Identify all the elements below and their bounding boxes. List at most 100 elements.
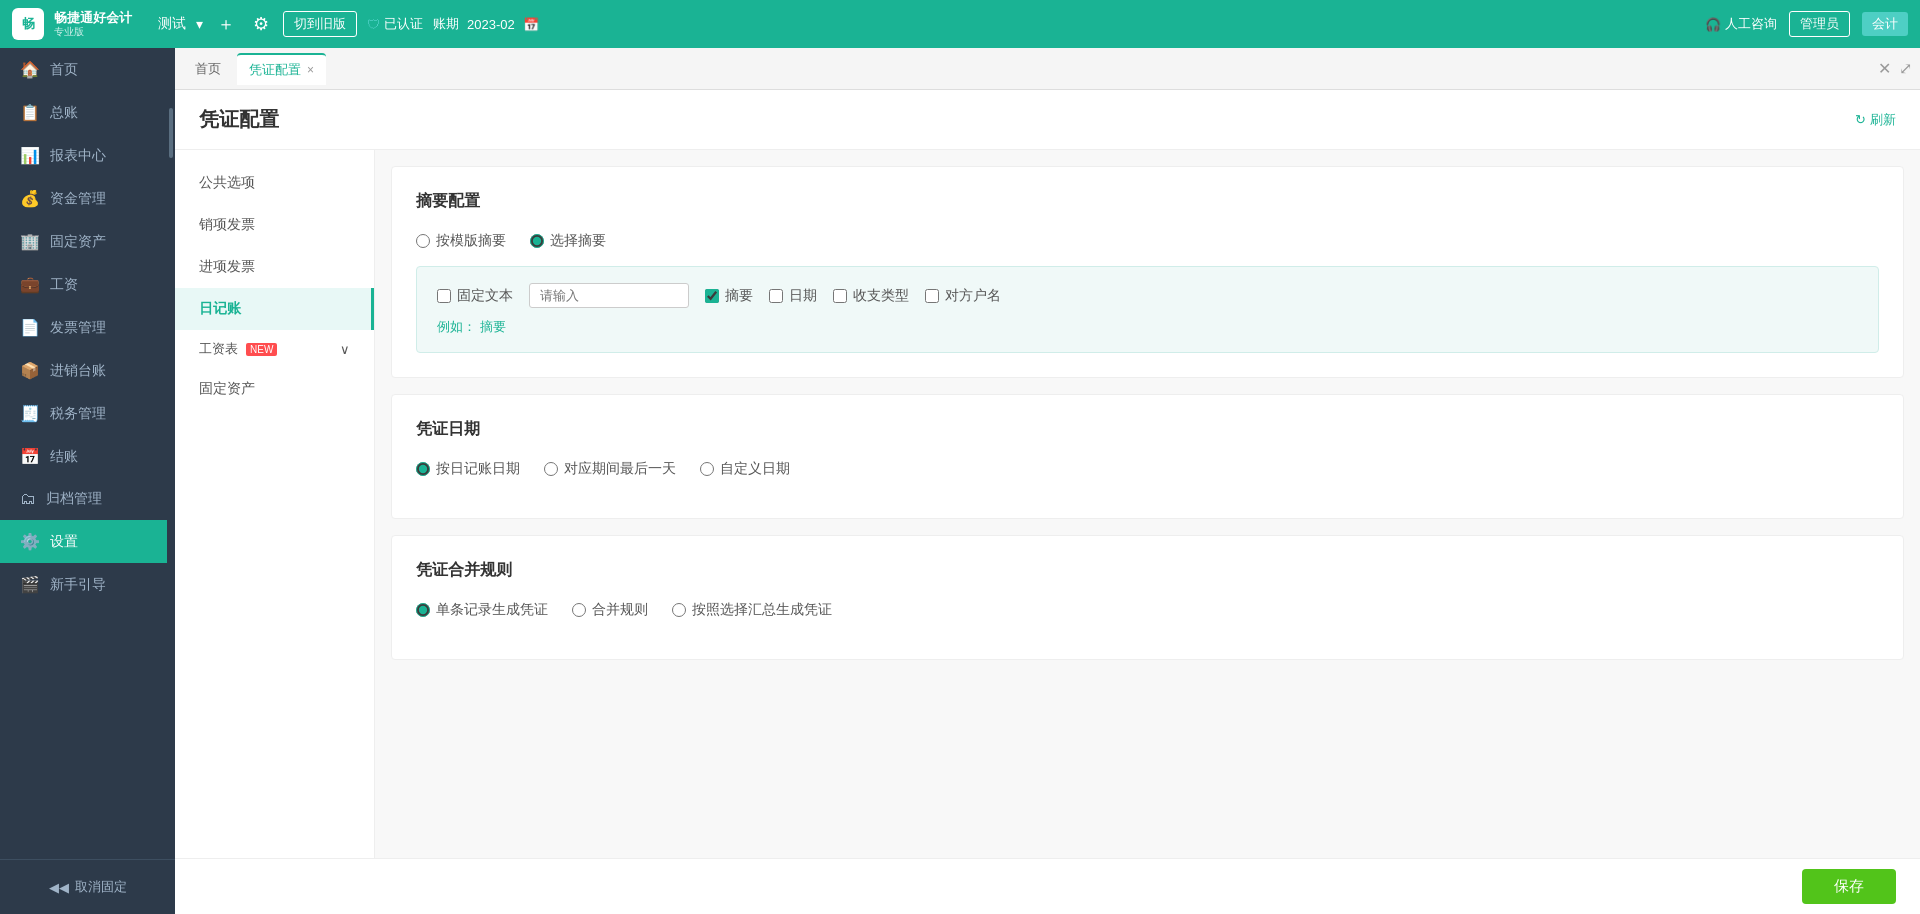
checkbox-counterpart[interactable]: 对方户名 bbox=[925, 287, 1001, 305]
switch-version-button[interactable]: 切到旧版 bbox=[283, 11, 357, 37]
invoice-icon: 📄 bbox=[20, 318, 40, 337]
tab-close-icon[interactable]: × bbox=[307, 63, 314, 77]
cancel-pin-button[interactable]: ◀◀ 取消固定 bbox=[0, 870, 175, 904]
checkbox-fixed-text[interactable]: 固定文本 bbox=[437, 287, 513, 305]
sidebar-item-salary[interactable]: 💼 工资 bbox=[0, 263, 167, 306]
panel-body: 公共选项 销项发票 进项发票 日记账 工资表 NEW ∨ 固定资产 bbox=[175, 150, 1920, 858]
left-nav-sales[interactable]: 销项发票 bbox=[175, 204, 374, 246]
settings-icon[interactable]: ⚙ bbox=[249, 9, 273, 39]
voucher-date-title: 凭证日期 bbox=[416, 419, 1879, 440]
fixed-text-checkbox[interactable] bbox=[437, 289, 451, 303]
left-nav-payroll[interactable]: 工资表 NEW ∨ bbox=[175, 330, 374, 368]
shield-icon: 🛡 bbox=[367, 17, 380, 32]
asset-icon: 🏢 bbox=[20, 232, 40, 251]
customer-service-button[interactable]: 🎧 人工咨询 bbox=[1705, 15, 1777, 33]
new-badge: NEW bbox=[246, 343, 277, 356]
headset-icon: 🎧 bbox=[1705, 17, 1721, 32]
checkbox-summary[interactable]: 摘要 bbox=[705, 287, 753, 305]
tab-close-button[interactable]: ✕ bbox=[1878, 59, 1891, 78]
merge-rule-title: 凭证合并规则 bbox=[416, 560, 1879, 581]
gear-icon: ⚙️ bbox=[20, 532, 40, 551]
radio-single-record-input[interactable] bbox=[416, 603, 430, 617]
radio-select-summary-input[interactable] bbox=[530, 234, 544, 248]
role-button[interactable]: 会计 bbox=[1862, 12, 1908, 36]
refresh-icon: ↻ bbox=[1855, 112, 1866, 127]
tab-actions: ✕ ⤢ bbox=[1878, 59, 1912, 78]
voucher-date-radio-group: 按日记账日期 对应期间最后一天 自定义日期 bbox=[416, 460, 1879, 478]
sidebar-item-fund[interactable]: 💰 资金管理 bbox=[0, 177, 167, 220]
merge-rule-section: 凭证合并规则 单条记录生成凭证 合并规则 bbox=[391, 535, 1904, 660]
add-icon[interactable]: ＋ bbox=[213, 8, 239, 40]
sidebar-item-settings[interactable]: ⚙️ 设置 bbox=[0, 520, 167, 563]
radio-merge-rule-input[interactable] bbox=[572, 603, 586, 617]
panel-header: 凭证配置 ↻ 刷新 bbox=[175, 90, 1920, 150]
app-logo: 畅 bbox=[12, 8, 44, 40]
guide-icon: 🎬 bbox=[20, 575, 40, 594]
radio-merge-rule[interactable]: 合并规则 bbox=[572, 601, 648, 619]
fund-icon: 💰 bbox=[20, 189, 40, 208]
sidebar-item-trade[interactable]: 📦 进销台账 bbox=[0, 349, 167, 392]
period-label: 账期 2023-02 📅 bbox=[433, 15, 539, 33]
radio-custom-date-input[interactable] bbox=[700, 462, 714, 476]
sidebar-bottom: ◀◀ 取消固定 bbox=[0, 859, 175, 914]
checkbox-payment-type[interactable]: 收支类型 bbox=[833, 287, 909, 305]
counterpart-checkbox[interactable] bbox=[925, 289, 939, 303]
tab-home[interactable]: 首页 bbox=[183, 54, 233, 84]
sidebar-item-close[interactable]: 📅 结账 bbox=[0, 435, 167, 478]
top-right-area: 🎧 人工咨询 管理员 会计 bbox=[1705, 11, 1908, 37]
app-name: 畅捷通好会计 bbox=[54, 10, 132, 26]
left-nav-fixed-asset[interactable]: 固定资产 bbox=[175, 368, 374, 410]
archive-icon: 🗂 bbox=[20, 490, 36, 508]
save-bar: 保存 bbox=[175, 858, 1920, 914]
sidebar-item-guide[interactable]: 🎬 新手引导 bbox=[0, 563, 167, 606]
left-nav-purchase[interactable]: 进项发票 bbox=[175, 246, 374, 288]
app-edition: 专业版 bbox=[54, 26, 132, 38]
user-button[interactable]: 管理员 bbox=[1789, 11, 1850, 37]
tab-expand-button[interactable]: ⤢ bbox=[1899, 59, 1912, 78]
left-nav-public[interactable]: 公共选项 bbox=[175, 162, 374, 204]
radio-summary-generate[interactable]: 按照选择汇总生成凭证 bbox=[672, 601, 832, 619]
trade-icon: 📦 bbox=[20, 361, 40, 380]
sidebar: 🏠 首页 📋 总账 📊 报表中心 💰 资金管理 bbox=[0, 48, 175, 914]
fixed-text-input[interactable] bbox=[529, 283, 689, 308]
payment-type-checkbox[interactable] bbox=[833, 289, 847, 303]
sidebar-item-archive[interactable]: 🗂 归档管理 bbox=[0, 478, 167, 520]
radio-single-record[interactable]: 单条记录生成凭证 bbox=[416, 601, 548, 619]
radio-summary-generate-input[interactable] bbox=[672, 603, 686, 617]
summary-checkbox[interactable] bbox=[705, 289, 719, 303]
project-dropdown[interactable]: ▾ bbox=[196, 16, 203, 32]
sidebar-item-home[interactable]: 🏠 首页 bbox=[0, 48, 167, 91]
close-period-icon: 📅 bbox=[20, 447, 40, 466]
top-bar: 畅 畅捷通好会计 专业版 测试 ▾ ＋ ⚙ 切到旧版 🛡 已认证 账期 2023… bbox=[0, 0, 1920, 48]
sidebar-item-ledger[interactable]: 📋 总账 bbox=[0, 91, 167, 134]
save-button[interactable]: 保存 bbox=[1802, 869, 1896, 904]
tax-icon: 🧾 bbox=[20, 404, 40, 423]
left-nav-journal[interactable]: 日记账 bbox=[175, 288, 374, 330]
radio-template-summary[interactable]: 按模版摘要 bbox=[416, 232, 506, 250]
sidebar-scrollbar[interactable] bbox=[167, 48, 175, 859]
report-icon: 📊 bbox=[20, 146, 40, 165]
sidebar-scrollbar-thumb bbox=[169, 108, 173, 158]
tab-voucher-config[interactable]: 凭证配置 × bbox=[237, 53, 326, 85]
radio-journal-date[interactable]: 按日记账日期 bbox=[416, 460, 520, 478]
radio-period-last-day[interactable]: 对应期间最后一天 bbox=[544, 460, 676, 478]
chevron-down-icon: ∨ bbox=[340, 342, 350, 357]
sidebar-item-report[interactable]: 📊 报表中心 bbox=[0, 134, 167, 177]
home-icon: 🏠 bbox=[20, 60, 40, 79]
radio-select-summary[interactable]: 选择摘要 bbox=[530, 232, 606, 250]
radio-period-last-day-input[interactable] bbox=[544, 462, 558, 476]
radio-journal-date-input[interactable] bbox=[416, 462, 430, 476]
date-checkbox[interactable] bbox=[769, 289, 783, 303]
checkbox-date[interactable]: 日期 bbox=[769, 287, 817, 305]
calendar-icon[interactable]: 📅 bbox=[523, 17, 539, 32]
refresh-button[interactable]: ↻ 刷新 bbox=[1855, 111, 1896, 129]
example-text: 例如： 摘要 bbox=[437, 318, 1858, 336]
sidebar-nav: 🏠 首页 📋 总账 📊 报表中心 💰 资金管理 bbox=[0, 48, 167, 859]
radio-custom-date[interactable]: 自定义日期 bbox=[700, 460, 790, 478]
right-content: 摘要配置 按模版摘要 选择摘要 bbox=[375, 150, 1920, 858]
radio-template-summary-input[interactable] bbox=[416, 234, 430, 248]
sidebar-item-invoice[interactable]: 📄 发票管理 bbox=[0, 306, 167, 349]
sidebar-item-asset[interactable]: 🏢 固定资产 bbox=[0, 220, 167, 263]
sidebar-item-tax[interactable]: 🧾 税务管理 bbox=[0, 392, 167, 435]
panel-title: 凭证配置 bbox=[199, 106, 279, 133]
